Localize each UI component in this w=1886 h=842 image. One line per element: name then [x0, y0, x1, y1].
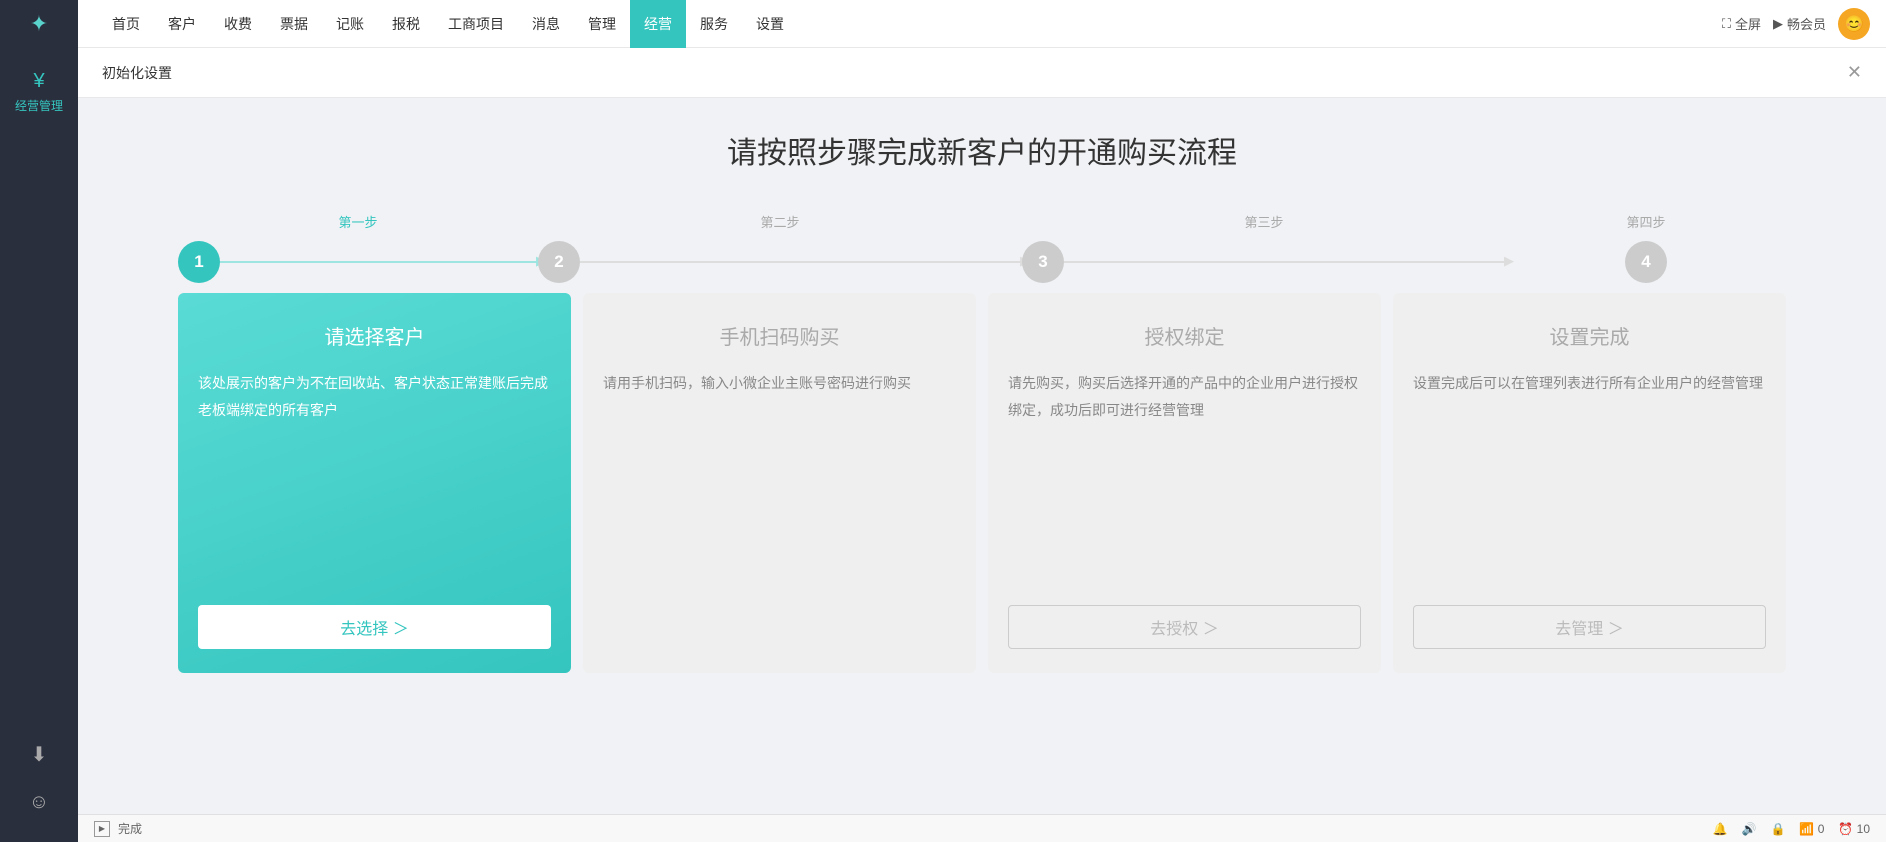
- sidebar-bottom: ⬇ ☺: [29, 730, 49, 842]
- step3-circle: 3: [1022, 241, 1064, 283]
- sidebar-download[interactable]: ⬇: [29, 730, 49, 779]
- card-step1: 请选择客户 该处展示的客户为不在回收站、客户状态正常建账后完成老板端绑定的所有客…: [178, 293, 571, 673]
- nav-manage[interactable]: 管理: [574, 0, 630, 48]
- time-icon: ⏰ 10: [1838, 822, 1870, 836]
- support-icon: ☺: [29, 791, 49, 814]
- step4-circle: 4: [1625, 241, 1667, 283]
- sidebar-item-label: 经营管理: [15, 97, 63, 114]
- nav-bill[interactable]: 票据: [266, 0, 322, 48]
- fullscreen-icon: ⛶: [1722, 16, 1731, 32]
- step1-circle: 1: [178, 241, 220, 283]
- step3-label: 第三步: [1244, 212, 1283, 231]
- nav-account[interactable]: 记账: [322, 0, 378, 48]
- sidebar-item-operation[interactable]: ¥ 经营管理: [0, 58, 78, 126]
- card1-desc: 该处展示的客户为不在回收站、客户状态正常建账后完成老板端绑定的所有客户: [198, 370, 551, 585]
- step4-label: 第四步: [1626, 212, 1665, 231]
- card3-title: 授权绑定: [1008, 321, 1361, 350]
- nav-service[interactable]: 服务: [686, 0, 742, 48]
- volume-icon: 🔊: [1742, 822, 1757, 836]
- page-title: 初始化设置: [102, 63, 172, 83]
- flow-section: 第一步 1 ▶ 第二步 2: [118, 212, 1846, 673]
- card3-action-btn[interactable]: 去授权 ＞: [1008, 605, 1361, 649]
- nav-right: ⛶ 全屏 ▶ 畅会员 😊: [1722, 8, 1870, 40]
- nav-tax[interactable]: 报税: [378, 0, 434, 48]
- download-icon: ⬇: [31, 742, 48, 767]
- step2-circle: 2: [538, 241, 580, 283]
- nav-business[interactable]: 工商项目: [434, 0, 518, 48]
- nav-message[interactable]: 消息: [518, 0, 574, 48]
- step1-label: 第一步: [338, 212, 377, 231]
- card4-desc: 设置完成后可以在管理列表进行所有企业用户的经营管理: [1413, 370, 1766, 585]
- fullscreen-btn[interactable]: ⛶ 全屏: [1722, 14, 1761, 33]
- fullscreen-label: 全屏: [1735, 14, 1761, 33]
- sidebar: ¥ 经营管理 ⬇ ☺: [0, 48, 78, 842]
- top-nav: ✦ 首页 客户 收费 票据 记账 报税 工商项目 消息 管理 经营 服务 设置 …: [0, 0, 1886, 48]
- card4-title: 设置完成: [1413, 321, 1766, 350]
- flow-title: 请按照步骤完成新客户的开通购买流程: [118, 128, 1846, 172]
- nav-client[interactable]: 客户: [154, 0, 210, 48]
- card2-title: 手机扫码购买: [603, 321, 956, 350]
- cards-section: 请选择客户 该处展示的客户为不在回收站、客户状态正常建账后完成老板端绑定的所有客…: [118, 293, 1846, 673]
- statusbar-left: ▶ 完成: [94, 820, 142, 837]
- card-step3: 授权绑定 请先购买，购买后选择开通的产品中的企业用户进行授权绑定，成功后即可进行…: [988, 293, 1381, 673]
- play-icon: ▶: [99, 824, 105, 833]
- breadcrumb: 初始化设置 ✕: [78, 48, 1886, 98]
- card4-action-btn[interactable]: 去管理 ＞: [1413, 605, 1766, 649]
- main-content: 初始化设置 ✕ 请按照步骤完成新客户的开通购买流程 第一步 1 ▶: [78, 48, 1886, 842]
- logo-icon: ✦: [30, 11, 48, 37]
- lock-icon: 🔒: [1770, 822, 1785, 836]
- close-button[interactable]: ✕: [1847, 62, 1862, 83]
- card1-action-btn[interactable]: 去选择 ＞: [198, 605, 551, 649]
- card-step4: 设置完成 设置完成后可以在管理列表进行所有企业用户的经营管理 去管理 ＞: [1393, 293, 1786, 673]
- main-layout: ¥ 经营管理 ⬇ ☺ 初始化设置 ✕ 请按照步骤完成新客户的开通购买流程: [0, 48, 1886, 842]
- status-text: 完成: [118, 820, 142, 837]
- step2-label: 第二步: [760, 212, 799, 231]
- card1-title: 请选择客户: [198, 321, 551, 350]
- nav-fee[interactable]: 收费: [210, 0, 266, 48]
- app-logo: ✦: [0, 0, 78, 48]
- vip-icon: ▶: [1773, 16, 1783, 32]
- network-icon: 📶 0: [1799, 822, 1824, 836]
- operation-icon: ¥: [33, 70, 44, 93]
- statusbar: ▶ 完成 🔔 🔊 🔒 📶 0 ⏰ 10: [78, 814, 1886, 842]
- sidebar-support[interactable]: ☺: [29, 779, 49, 826]
- play-button[interactable]: ▶: [94, 821, 110, 837]
- avatar-icon: 😊: [1844, 14, 1864, 34]
- statusbar-right: 🔔 🔊 🔒 📶 0 ⏰ 10: [1713, 822, 1870, 836]
- nav-settings[interactable]: 设置: [742, 0, 798, 48]
- nav-operation[interactable]: 经营: [630, 0, 686, 48]
- card3-desc: 请先购买，购买后选择开通的产品中的企业用户进行授权绑定，成功后即可进行经营管理: [1008, 370, 1361, 585]
- card2-desc: 请用手机扫码，输入小微企业主账号密码进行购买: [603, 370, 956, 649]
- bell-icon: 🔔: [1713, 822, 1728, 836]
- content-area: 请按照步骤完成新客户的开通购买流程 第一步 1 ▶: [78, 98, 1886, 814]
- nav-items: 首页 客户 收费 票据 记账 报税 工商项目 消息 管理 经营 服务 设置: [78, 0, 1722, 48]
- vip-label: 畅会员: [1787, 14, 1826, 33]
- card-step2: 手机扫码购买 请用手机扫码，输入小微企业主账号密码进行购买: [583, 293, 976, 673]
- vip-btn[interactable]: ▶ 畅会员: [1773, 14, 1826, 33]
- user-avatar[interactable]: 😊: [1838, 8, 1870, 40]
- nav-home[interactable]: 首页: [98, 0, 154, 48]
